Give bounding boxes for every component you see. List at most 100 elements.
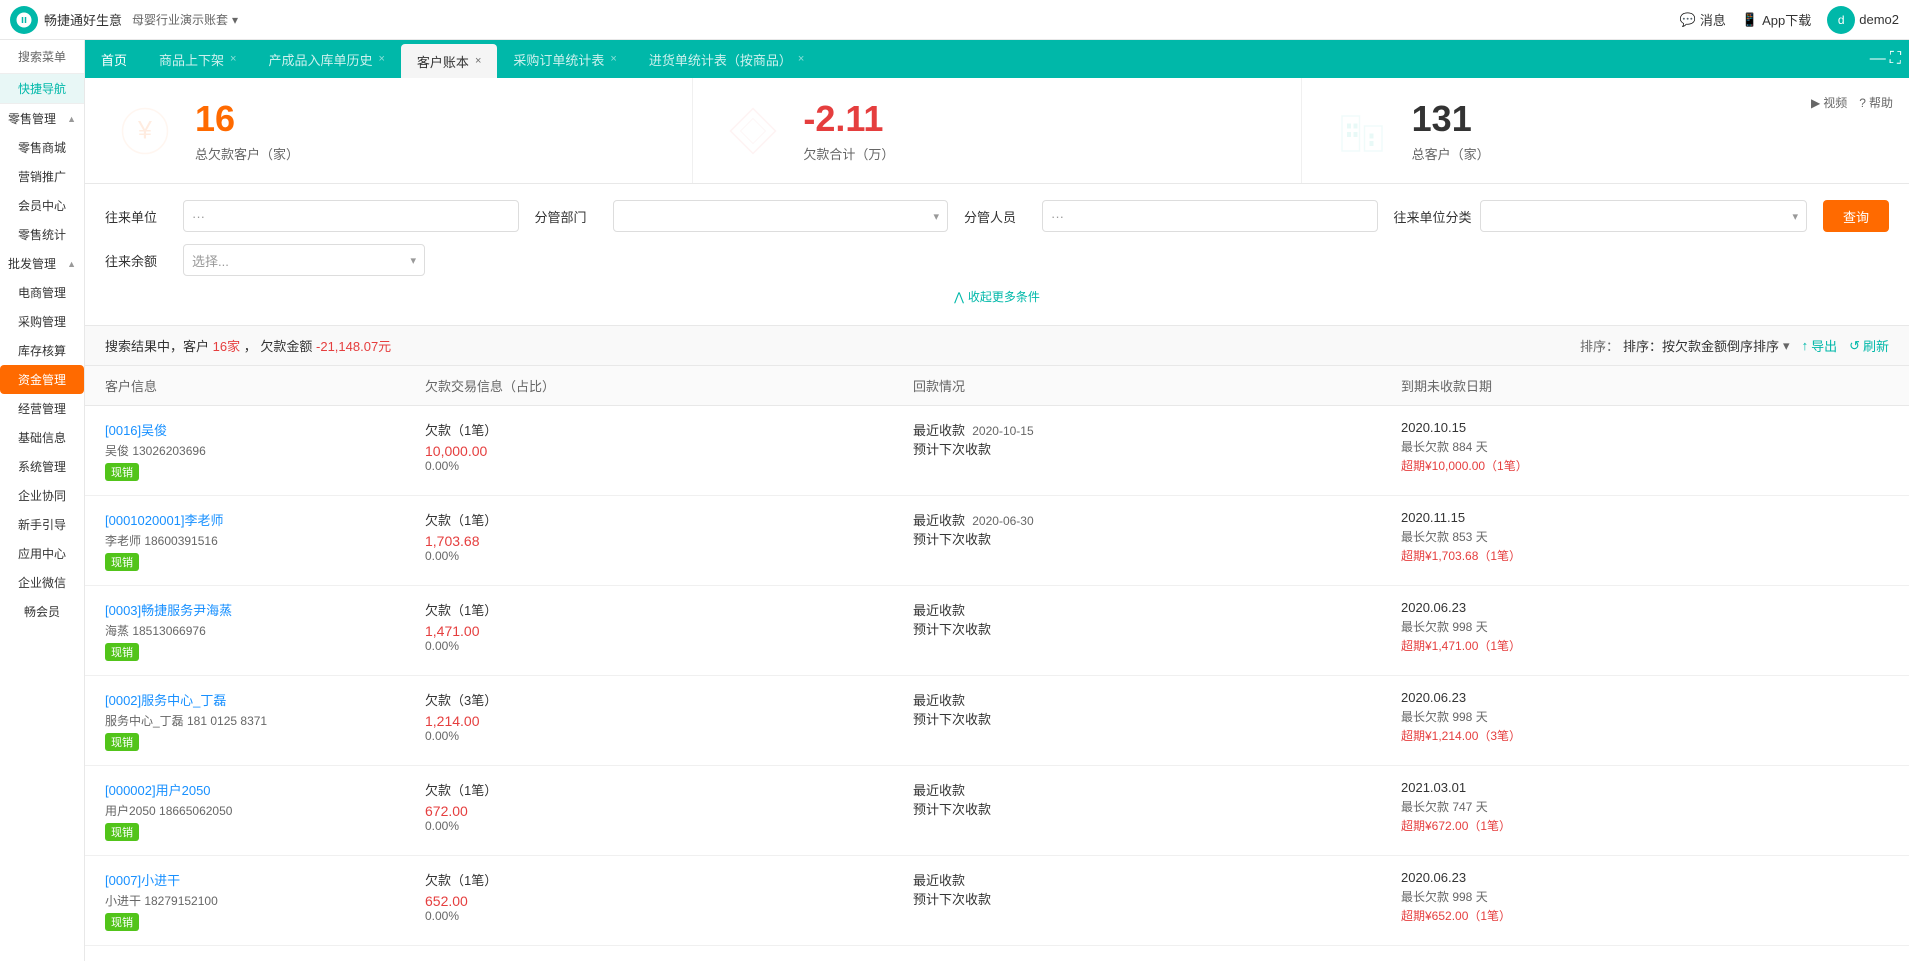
customer-info-5: [000002]用户2050 用户2050 18665062050 现销 bbox=[105, 780, 425, 841]
table-header: 客户信息 欠款交易信息（占比） 回款情况 到期未收款日期 bbox=[85, 366, 1909, 406]
customer-name-1[interactable]: [0016]吴俊 bbox=[105, 420, 425, 439]
video-btn[interactable]: ▶ 视频 bbox=[1811, 94, 1847, 111]
manager-label: 分管人员 bbox=[964, 207, 1034, 226]
collection-info-3: 最近收款 预计下次收款 bbox=[913, 600, 1401, 638]
stat-content-2: -2.11 欠款合计（万） bbox=[803, 98, 1270, 163]
tab-close-purchase-order[interactable]: × bbox=[610, 53, 616, 65]
user-menu[interactable]: d demo2 bbox=[1827, 6, 1899, 34]
balance-select[interactable]: 选择... ▾ bbox=[183, 244, 425, 276]
export-btn[interactable]: ↑ 导出 bbox=[1802, 336, 1838, 355]
sidebar-item-inventory[interactable]: 库存核算 bbox=[0, 336, 84, 365]
logo-area: 畅捷通好生意 bbox=[10, 6, 122, 34]
category-select-arrow: ▾ bbox=[1792, 210, 1798, 223]
filter-dept: 分管部门 ▾ bbox=[535, 200, 949, 232]
debt-info-1: 欠款（1笔） 10,000.00 0.00% bbox=[425, 420, 913, 473]
tab-close-customer-account[interactable]: × bbox=[475, 55, 481, 67]
sidebar-item-vip-member[interactable]: 畅会员 bbox=[0, 597, 84, 626]
sort-select[interactable]: 排序： 排序：按欠款金额倒序排序 ▾ bbox=[1580, 336, 1790, 355]
sidebar-item-enterprise-wechat[interactable]: 企业微信 bbox=[0, 568, 84, 597]
table-row: [0001020001]李老师 李老师 18600391516 现销 欠款（1笔… bbox=[85, 496, 1909, 586]
sidebar-item-operations[interactable]: 经营管理 bbox=[0, 394, 84, 423]
sidebar-items: 零售管理▲ 零售商城 营销推广 会员中心 零售统计 批发管理▲ bbox=[0, 104, 84, 961]
tab-home[interactable]: 首页 bbox=[85, 40, 143, 78]
tab-close-inventory-stats[interactable]: × bbox=[798, 53, 804, 65]
sidebar-item-app-center[interactable]: 应用中心 bbox=[0, 539, 84, 568]
dept-label: 分管部门 bbox=[535, 207, 605, 226]
sidebar-item-system[interactable]: 系统管理 bbox=[0, 452, 84, 481]
due-info-4: 2020.06.23 最长欠款 998 天 超期¥1,214.00（3笔） bbox=[1401, 690, 1889, 744]
customer-tag-1: 现销 bbox=[105, 463, 139, 481]
content-area: 首页 商品上下架 × 产成品入库单历史 × 客户账本 × 采购订单统计表 × bbox=[85, 40, 1909, 961]
store-selector[interactable]: 母婴行业演示账套 ▾ bbox=[132, 11, 238, 28]
tab-inventory-stats[interactable]: 进货单统计表（按商品） × bbox=[633, 40, 820, 78]
sidebar-item-new-guide[interactable]: 新手引导 bbox=[0, 510, 84, 539]
dept-select-arrow: ▾ bbox=[933, 210, 939, 223]
refresh-btn[interactable]: ↺ 刷新 bbox=[1849, 336, 1889, 355]
sidebar-search[interactable]: 搜索菜单 bbox=[0, 40, 84, 74]
tab-close-product-shelf[interactable]: × bbox=[230, 53, 236, 65]
help-btn[interactable]: ? 帮助 bbox=[1859, 94, 1893, 111]
stat-actions: ▶ 视频 ? 帮助 bbox=[1811, 94, 1893, 111]
tab-close-product-history[interactable]: × bbox=[378, 53, 384, 65]
table-row: [0007]小进干 小进干 18279152100 现销 欠款（1笔） 652.… bbox=[85, 856, 1909, 946]
col-header-debt: 欠款交易信息（占比） bbox=[425, 376, 913, 395]
customer-info-3: [0003]畅捷服务尹海蒸 海蒸 18513066976 现销 bbox=[105, 600, 425, 661]
balance-label: 往来余额 bbox=[105, 251, 175, 270]
top-bar-right: 💬 消息 📱 App下载 d demo2 bbox=[1680, 6, 1899, 34]
sidebar-item-enterprise-collab[interactable]: 企业协同 bbox=[0, 481, 84, 510]
top-bar: 畅捷通好生意 母婴行业演示账套 ▾ 💬 消息 📱 App下载 d demo2 bbox=[0, 0, 1909, 40]
manager-input[interactable]: ··· bbox=[1042, 200, 1378, 232]
tab-product-history[interactable]: 产成品入库单历史 × bbox=[252, 40, 400, 78]
filter-row-2: 往来余额 选择... ▾ bbox=[105, 244, 1889, 276]
filter-row-1: 往来单位 ··· 分管部门 ▾ bbox=[105, 200, 1889, 232]
sidebar-item-marketing[interactable]: 营销推广 bbox=[0, 162, 84, 191]
filter-customer-unit: 往来单位 ··· bbox=[105, 200, 519, 232]
sidebar-item-retail-store[interactable]: 零售商城 bbox=[0, 133, 84, 162]
table-row: [0016]吴俊 吴俊 13026203696 现销 欠款（1笔） 10,000… bbox=[85, 406, 1909, 496]
message-btn[interactable]: 💬 消息 bbox=[1680, 10, 1726, 29]
category-select[interactable]: ▾ bbox=[1480, 200, 1807, 232]
tab-bar-end: — ⛶ bbox=[1870, 50, 1909, 68]
filter-balance: 往来余额 选择... ▾ bbox=[105, 244, 425, 276]
stat-label-total: 总客户（家） bbox=[1412, 144, 1879, 163]
stat-content-3: 131 总客户（家） bbox=[1412, 98, 1879, 163]
balance-select-arrow: ▾ bbox=[410, 254, 416, 267]
stat-card-customers: ¥ 16 总欠款客户（家） bbox=[85, 78, 693, 183]
tab-product-shelf[interactable]: 商品上下架 × bbox=[143, 40, 252, 78]
tab-customer-account[interactable]: 客户账本 × bbox=[401, 44, 497, 78]
avatar: d bbox=[1827, 6, 1855, 34]
sidebar-item-finance[interactable]: 资金管理 bbox=[0, 365, 84, 394]
collection-info-5: 最近收款 预计下次收款 bbox=[913, 780, 1401, 818]
debt-info-5: 欠款（1笔） 672.00 0.00% bbox=[425, 780, 913, 833]
sidebar-item-member[interactable]: 会员中心 bbox=[0, 191, 84, 220]
debt-info-4: 欠款（3笔） 1,214.00 0.00% bbox=[425, 690, 913, 743]
app-download-btn[interactable]: 📱 App下载 bbox=[1742, 10, 1811, 29]
due-info-3: 2020.06.23 最长欠款 998 天 超期¥1,471.00（1笔） bbox=[1401, 600, 1889, 654]
sidebar-item-purchase[interactable]: 采购管理 bbox=[0, 307, 84, 336]
customer-unit-input[interactable]: ··· bbox=[183, 200, 519, 232]
sidebar-item-retail-mgmt[interactable]: 零售管理▲ bbox=[0, 104, 84, 133]
stat-icon-building bbox=[1332, 101, 1392, 161]
stat-icon-diamond bbox=[723, 101, 783, 161]
stat-number-debt: -2.11 bbox=[803, 98, 1270, 140]
tab-expand-btn[interactable]: ⛶ bbox=[1890, 50, 1901, 68]
customer-info-6: [0007]小进干 小进干 18279152100 现销 bbox=[105, 870, 425, 931]
sidebar-item-batch-mgmt[interactable]: 批发管理▲ bbox=[0, 249, 84, 278]
customer-info-2: [0001020001]李老师 李老师 18600391516 现销 bbox=[105, 510, 425, 571]
due-info-5: 2021.03.01 最长欠款 747 天 超期¥672.00（1笔） bbox=[1401, 780, 1889, 834]
dept-select[interactable]: ▾ bbox=[613, 200, 949, 232]
collapse-btn[interactable]: ⋀ 收起更多条件 bbox=[105, 284, 1889, 309]
sidebar-item-retail-stats[interactable]: 零售统计 bbox=[0, 220, 84, 249]
quick-nav-btn[interactable]: 快捷导航 bbox=[0, 74, 84, 104]
customer-name-2[interactable]: [0001020001]李老师 bbox=[105, 510, 425, 529]
sidebar-item-basic-info[interactable]: 基础信息 bbox=[0, 423, 84, 452]
collection-info-1: 最近收款 2020-10-15 预计下次收款 bbox=[913, 420, 1401, 458]
sidebar-item-ecommerce[interactable]: 电商管理 bbox=[0, 278, 84, 307]
data-table: 客户信息 欠款交易信息（占比） 回款情况 到期未收款日期 [0016]吴俊 吴俊… bbox=[85, 366, 1909, 961]
search-button[interactable]: 查询 bbox=[1823, 200, 1889, 232]
tab-purchase-order[interactable]: 采购订单统计表 × bbox=[497, 40, 632, 78]
tab-collapse-btn[interactable]: — bbox=[1870, 50, 1886, 68]
stat-number-total: 131 bbox=[1412, 98, 1879, 140]
page-content: ¥ 16 总欠款客户（家） bbox=[85, 78, 1909, 961]
debt-info-3: 欠款（1笔） 1,471.00 0.00% bbox=[425, 600, 913, 653]
